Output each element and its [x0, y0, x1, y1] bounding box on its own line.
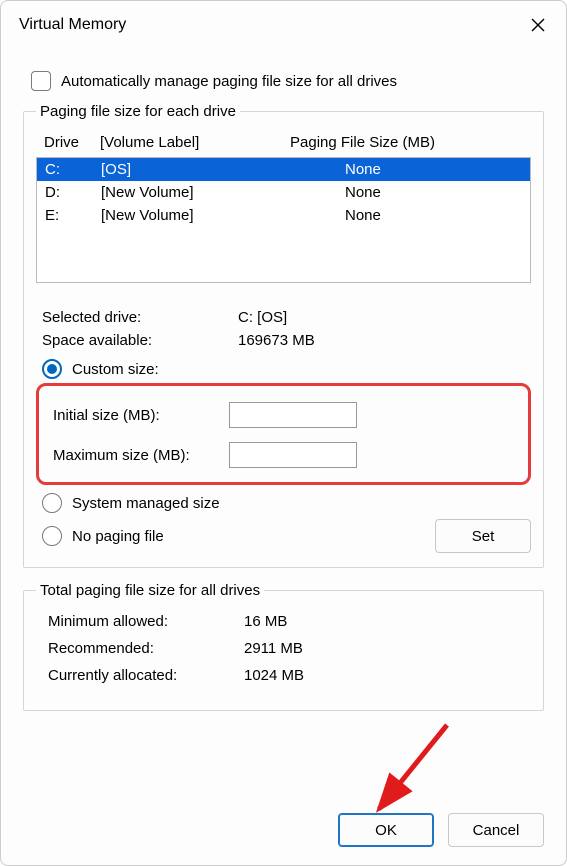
drive-letter: C: — [45, 161, 101, 178]
space-available-value: 169673 MB — [238, 332, 315, 349]
dialog-footer: OK Cancel — [1, 801, 566, 865]
selected-drive-info: Selected drive: C: [OS] Space available:… — [42, 309, 531, 349]
no-paging-label: No paging file — [72, 528, 164, 545]
auto-manage-row[interactable]: Automatically manage paging file size fo… — [31, 71, 544, 91]
dialog-content: Automatically manage paging file size fo… — [1, 49, 566, 801]
annotation-highlight: Initial size (MB): Maximum size (MB): — [36, 383, 531, 485]
auto-manage-label: Automatically manage paging file size fo… — [61, 73, 397, 90]
drive-pfs: None — [291, 161, 522, 178]
header-pfs: Paging File Size (MB) — [290, 134, 523, 151]
drive-volume: [New Volume] — [101, 207, 291, 224]
drive-pfs: None — [291, 184, 522, 201]
selected-drive-label: Selected drive: — [42, 309, 238, 326]
maximum-size-row: Maximum size (MB): — [53, 442, 516, 468]
drive-row[interactable]: E: [New Volume] None — [37, 204, 530, 227]
system-managed-label: System managed size — [72, 495, 220, 512]
initial-size-input[interactable] — [229, 402, 357, 428]
cancel-button[interactable]: Cancel — [448, 813, 544, 847]
no-paging-radio-row[interactable]: No paging file — [42, 526, 164, 546]
set-button[interactable]: Set — [435, 519, 531, 553]
auto-manage-checkbox[interactable] — [31, 71, 51, 91]
paging-group: Paging file size for each drive Drive [V… — [23, 103, 544, 568]
custom-size-radio[interactable] — [42, 359, 62, 379]
paging-group-legend: Paging file size for each drive — [36, 103, 240, 120]
system-managed-radio-row[interactable]: System managed size — [42, 493, 531, 513]
recommended-label: Recommended: — [48, 640, 244, 657]
custom-size-radio-row[interactable]: Custom size: — [42, 359, 531, 379]
drive-pfs: None — [291, 207, 522, 224]
titlebar: Virtual Memory — [1, 1, 566, 49]
drive-volume: [OS] — [101, 161, 291, 178]
header-volume: [Volume Label] — [100, 134, 290, 151]
currently-allocated-label: Currently allocated: — [48, 667, 244, 684]
header-drive: Drive — [44, 134, 100, 151]
drive-row[interactable]: D: [New Volume] None — [37, 181, 530, 204]
ok-button[interactable]: OK — [338, 813, 434, 847]
recommended-value: 2911 MB — [244, 640, 303, 657]
selected-drive-value: C: [OS] — [238, 309, 287, 326]
min-allowed-label: Minimum allowed: — [48, 613, 244, 630]
min-allowed-value: 16 MB — [244, 613, 287, 630]
drive-volume: [New Volume] — [101, 184, 291, 201]
currently-allocated-value: 1024 MB — [244, 667, 304, 684]
drive-row[interactable]: C: [OS] None — [37, 158, 530, 181]
totals-group: Total paging file size for all drives Mi… — [23, 582, 544, 711]
close-icon — [531, 18, 545, 32]
window-title: Virtual Memory — [19, 16, 126, 34]
system-managed-radio[interactable] — [42, 493, 62, 513]
maximum-size-input[interactable] — [229, 442, 357, 468]
no-paging-radio[interactable] — [42, 526, 62, 546]
initial-size-label: Initial size (MB): — [53, 407, 229, 424]
custom-size-label: Custom size: — [72, 361, 159, 378]
virtual-memory-dialog: Virtual Memory Automatically manage pagi… — [0, 0, 567, 866]
drive-letter: E: — [45, 207, 101, 224]
drive-list[interactable]: C: [OS] None D: [New Volume] None E: [Ne… — [36, 157, 531, 283]
space-available-label: Space available: — [42, 332, 238, 349]
drive-letter: D: — [45, 184, 101, 201]
close-button[interactable] — [524, 11, 552, 39]
totals-group-legend: Total paging file size for all drives — [36, 582, 264, 599]
drive-list-headers: Drive [Volume Label] Paging File Size (M… — [36, 130, 531, 157]
initial-size-row: Initial size (MB): — [53, 402, 516, 428]
maximum-size-label: Maximum size (MB): — [53, 447, 229, 464]
